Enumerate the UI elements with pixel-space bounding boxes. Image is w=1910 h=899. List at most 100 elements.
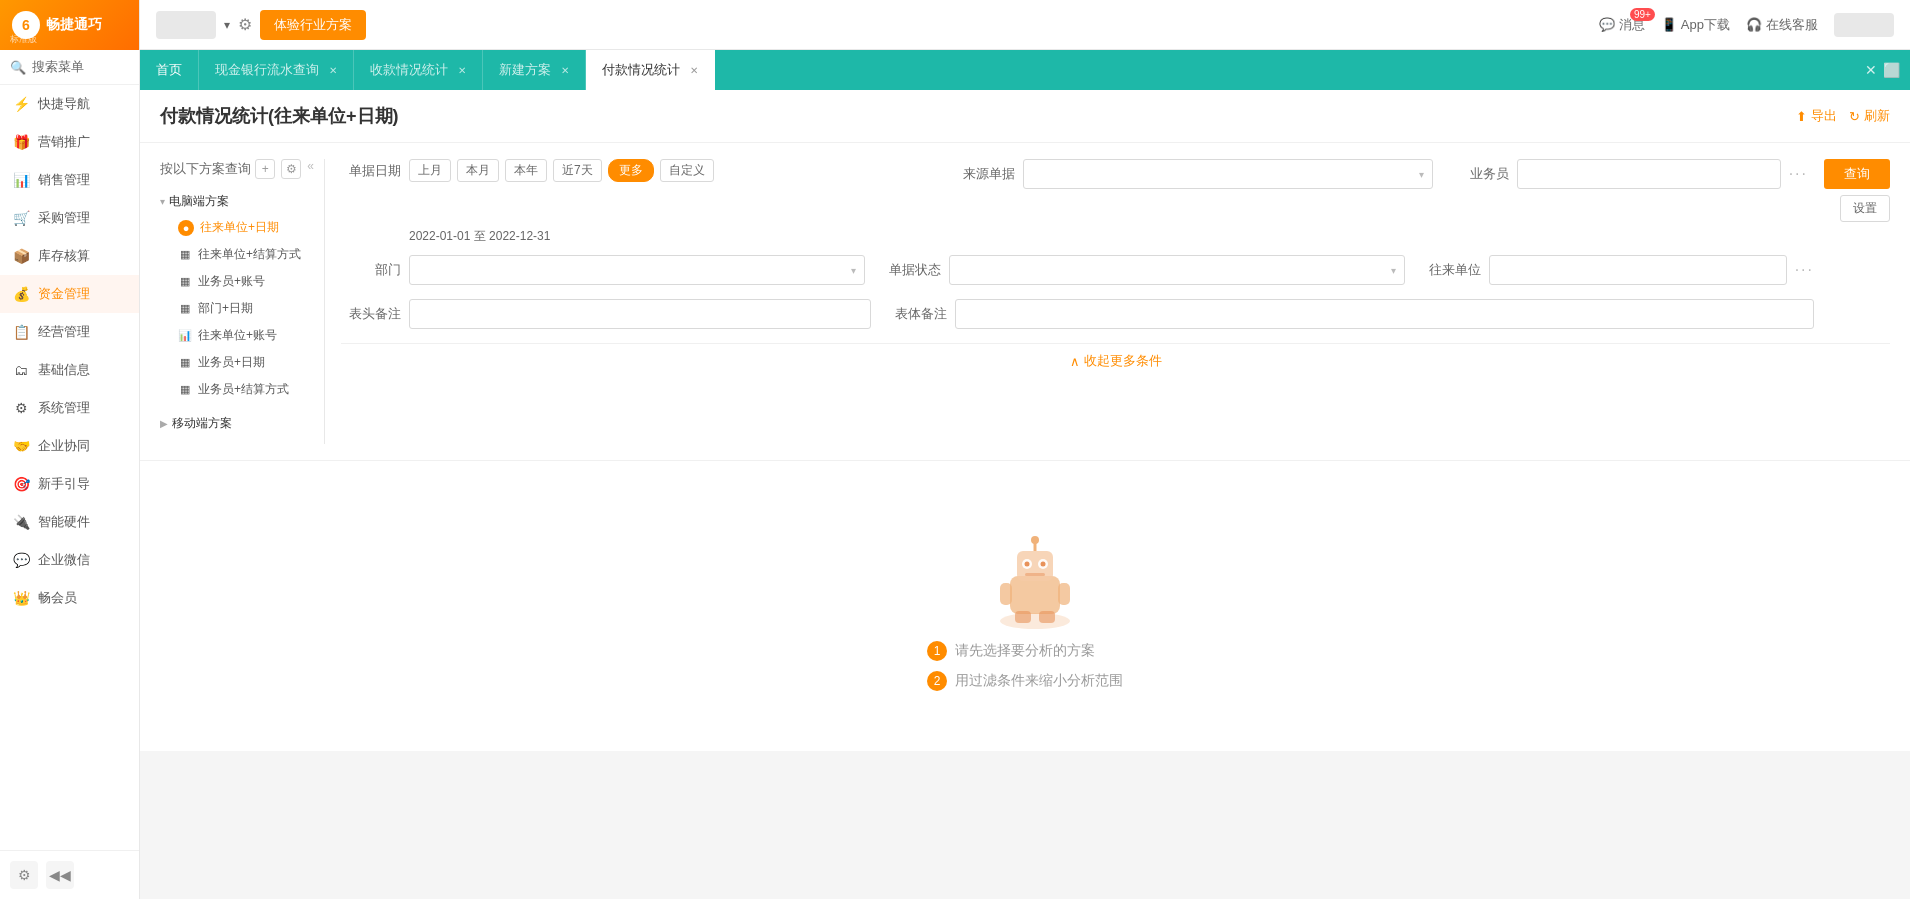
hardware-icon: 🔌 xyxy=(12,513,30,531)
staff-select[interactable] xyxy=(1517,159,1780,189)
tab-new-plan[interactable]: 新建方案 ✕ xyxy=(483,50,586,90)
scheme-list: ● 往来单位+日期 ▦ 往来单位+结算方式 ▦ 业务员+账号 ▦ xyxy=(160,214,314,403)
tab-home[interactable]: 首页 xyxy=(140,50,199,90)
tabbar: 首页 现金银行流水查询 ✕ 收款情况统计 ✕ 新建方案 ✕ 付款情况统计 ✕ ✕… xyxy=(140,50,1910,90)
tab-cash-flow[interactable]: 现金银行流水查询 ✕ xyxy=(199,50,354,90)
version-tag: 标准版 xyxy=(10,33,37,46)
logo-text: 畅捷通巧 xyxy=(46,16,102,34)
query-button[interactable]: 查询 xyxy=(1824,159,1890,189)
topbar-settings-icon[interactable]: ⚙ xyxy=(238,15,252,34)
sidebar-item-member[interactable]: 👑 畅会员 xyxy=(0,579,139,617)
svg-point-6 xyxy=(1041,562,1046,567)
custom-date-btn[interactable]: 自定义 xyxy=(660,159,714,182)
source-select[interactable]: ▾ xyxy=(1023,159,1433,189)
dept-dropdown-icon: ▾ xyxy=(851,265,856,276)
sidebar-item-guide[interactable]: 🎯 新手引导 xyxy=(0,465,139,503)
sidebar-item-enterprise[interactable]: 🤝 企业协同 xyxy=(0,427,139,465)
sidebar-item-operation[interactable]: 📋 经营管理 xyxy=(0,313,139,351)
refresh-icon: ↻ xyxy=(1849,109,1860,124)
desktop-section-title[interactable]: ▾ 电脑端方案 xyxy=(160,189,314,214)
source-dropdown-icon: ▾ xyxy=(1419,169,1424,180)
filter-form: 单据日期 上月 本月 本年 近7天 更多 自定义 xyxy=(341,159,1890,444)
this-year-btn[interactable]: 本年 xyxy=(505,159,547,182)
last-month-btn[interactable]: 上月 xyxy=(409,159,451,182)
partner-dots-button[interactable]: ··· xyxy=(1795,261,1814,279)
scheme-unit-settlement[interactable]: ▦ 往来单位+结算方式 xyxy=(172,241,314,268)
date-control: 上月 本月 本年 近7天 更多 自定义 xyxy=(409,159,939,182)
sidebar-item-sales[interactable]: 📊 销售管理 xyxy=(0,161,139,199)
sidebar-item-basic[interactable]: 🗂 基础信息 xyxy=(0,351,139,389)
body-note-label: 表体备注 xyxy=(887,305,947,323)
mobile-section-title[interactable]: ▶ 移动端方案 xyxy=(160,411,314,436)
svg-rect-12 xyxy=(1015,611,1031,623)
maximize-window-icon[interactable]: ⬜ xyxy=(1883,62,1900,78)
settings-icon: ⚙ xyxy=(18,867,31,883)
svg-point-9 xyxy=(1031,536,1039,544)
partner-select[interactable] xyxy=(1489,255,1787,285)
tab-new-plan-close[interactable]: ✕ xyxy=(561,65,569,76)
tab-payment-close[interactable]: ✕ xyxy=(690,65,698,76)
tab-collection-close[interactable]: ✕ xyxy=(458,65,466,76)
sidebar: 6 畅捷通巧 标准版 🔍 搜索菜单 ⚡ 快捷导航 🎁 营销推广 📊 销售管理 🛒… xyxy=(0,0,140,899)
refresh-button[interactable]: ↻ 刷新 xyxy=(1849,107,1890,125)
trial-button[interactable]: 体验行业方案 xyxy=(260,10,366,40)
scheme-staff-account[interactable]: ▦ 业务员+账号 xyxy=(172,268,314,295)
sidebar-item-quick-nav[interactable]: ⚡ 快捷导航 xyxy=(0,85,139,123)
export-button[interactable]: ⬆ 导出 xyxy=(1796,107,1837,125)
this-month-btn[interactable]: 本月 xyxy=(457,159,499,182)
window-controls: ✕ ⬜ xyxy=(1855,50,1910,90)
company-dropdown[interactable]: ▾ xyxy=(224,18,230,32)
messages-button[interactable]: 💬 消息 99+ xyxy=(1599,16,1645,34)
settings-button[interactable]: 设置 xyxy=(1840,195,1890,222)
last-7days-btn[interactable]: 近7天 xyxy=(553,159,602,182)
tab-cash-flow-close[interactable]: ✕ xyxy=(329,65,337,76)
footer-settings-button[interactable]: ⚙ xyxy=(10,861,38,889)
user-avatar[interactable] xyxy=(1834,13,1894,37)
collapse-button[interactable]: ∧ 收起更多条件 xyxy=(341,343,1890,378)
doc-status-select[interactable]: ▾ xyxy=(949,255,1405,285)
sidebar-footer: ⚙ ◀◀ xyxy=(0,850,139,899)
body-note-input[interactable] xyxy=(955,299,1814,329)
svg-rect-2 xyxy=(1017,551,1053,581)
scheme-unit-account[interactable]: 📊 往来单位+账号 xyxy=(172,322,314,349)
scheme-staff-date[interactable]: ▦ 业务员+日期 xyxy=(172,349,314,376)
sidebar-item-label: 资金管理 xyxy=(38,285,90,303)
add-scheme-button[interactable]: + xyxy=(255,159,275,179)
sidebar-item-finance[interactable]: 💰 资金管理 xyxy=(0,275,139,313)
more-dates-btn[interactable]: 更多 xyxy=(608,159,654,182)
date-filter-item: 单据日期 上月 本月 本年 近7天 更多 自定义 xyxy=(341,159,939,182)
sidebar-item-system[interactable]: ⚙ 系统管理 xyxy=(0,389,139,427)
footer-collapse-button[interactable]: ◀◀ xyxy=(46,861,74,889)
tab-collection-stats[interactable]: 收款情况统计 ✕ xyxy=(354,50,483,90)
scheme-staff-settlement[interactable]: ▦ 业务员+结算方式 xyxy=(172,376,314,403)
sidebar-item-label: 销售管理 xyxy=(38,171,90,189)
scheme-dept-date[interactable]: ▦ 部门+日期 xyxy=(172,295,314,322)
app-download-button[interactable]: 📱 App下载 xyxy=(1661,16,1730,34)
panel-header: 按以下方案查询 + ⚙ « xyxy=(160,159,314,179)
topbar-left: ▾ ⚙ 体验行业方案 xyxy=(156,10,1589,40)
tab-payment-stats[interactable]: 付款情况统计 ✕ xyxy=(586,50,715,90)
close-window-icon[interactable]: ✕ xyxy=(1865,62,1877,78)
panel-collapse-button[interactable]: « xyxy=(307,159,314,179)
sidebar-item-wechat[interactable]: 💬 企业微信 xyxy=(0,541,139,579)
staff-dots-button[interactable]: ··· xyxy=(1789,165,1808,183)
header-note-input[interactable] xyxy=(409,299,871,329)
settings-scheme-button[interactable]: ⚙ xyxy=(281,159,301,179)
doc-status-dropdown-icon: ▾ xyxy=(1391,265,1396,276)
search-icon: 🔍 xyxy=(10,60,26,75)
sidebar-item-purchase[interactable]: 🛒 采购管理 xyxy=(0,199,139,237)
sidebar-item-label: 新手引导 xyxy=(38,475,90,493)
online-service-button[interactable]: 🎧 在线客服 xyxy=(1746,16,1818,34)
svg-rect-13 xyxy=(1039,611,1055,623)
body-note-item: 表体备注 xyxy=(887,299,1814,329)
scheme-unit-date[interactable]: ● 往来单位+日期 xyxy=(172,214,314,241)
collapse-icon: ◀◀ xyxy=(49,867,71,883)
mobile-scheme-section: ▶ 移动端方案 xyxy=(160,411,314,436)
tip-1-text: 请先选择要分析的方案 xyxy=(955,642,1095,660)
sidebar-item-marketing[interactable]: 🎁 营销推广 xyxy=(0,123,139,161)
sidebar-item-hardware[interactable]: 🔌 智能硬件 xyxy=(0,503,139,541)
wechat-icon: 💬 xyxy=(12,551,30,569)
search-menu[interactable]: 🔍 搜索菜单 xyxy=(0,50,139,85)
sidebar-item-inventory[interactable]: 📦 库存核算 xyxy=(0,237,139,275)
dept-select[interactable]: ▾ xyxy=(409,255,865,285)
